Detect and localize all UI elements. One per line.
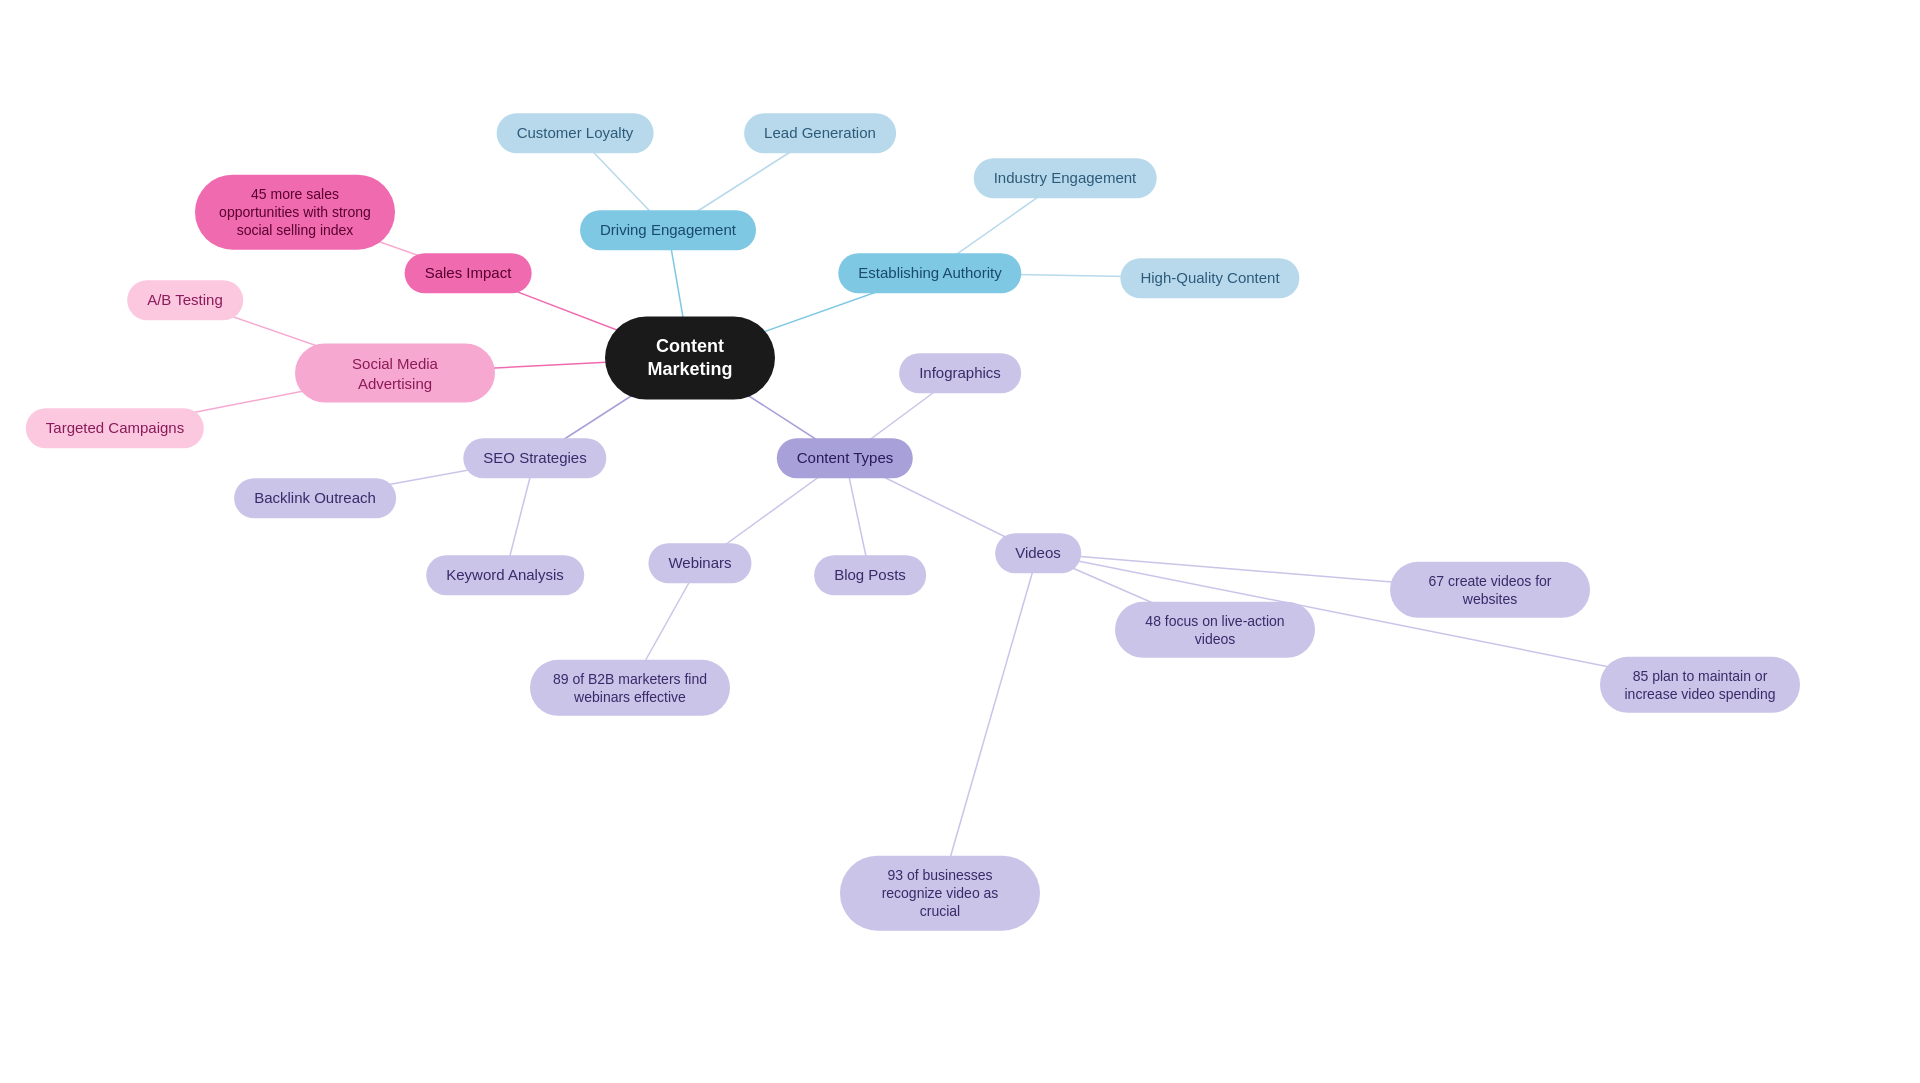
node-high-quality-content: High-Quality Content: [1120, 258, 1299, 298]
node-infographics: Infographics: [899, 353, 1021, 393]
svg-line-20: [940, 553, 1038, 893]
node-social-media-advertising: Social Media Advertising: [295, 344, 495, 403]
node-lead-generation: Lead Generation: [744, 113, 896, 153]
node-blog-posts: Blog Posts: [814, 555, 926, 595]
node-backlink-outreach: Backlink Outreach: [234, 478, 396, 518]
node-sales-impact: Sales Impact: [405, 253, 532, 293]
mindmap-container: Content Marketing Customer Loyalty Lead Ge…: [0, 0, 1920, 1083]
node-seo-strategies: SEO Strategies: [463, 438, 606, 478]
node-webinars: Webinars: [648, 543, 751, 583]
node-establishing-authority: Establishing Authority: [838, 253, 1021, 293]
node-videos: Videos: [995, 533, 1081, 573]
node-driving-engagement: Driving Engagement: [580, 210, 756, 250]
node-center: Content Marketing: [605, 317, 775, 400]
node-89-webinars: 89 of B2B marketers find webinars effect…: [530, 660, 730, 716]
node-67-create: 67 create videos for websites: [1390, 562, 1590, 618]
node-content-types: Content Types: [777, 438, 913, 478]
node-keyword-analysis: Keyword Analysis: [426, 555, 584, 595]
node-ab-testing: A/B Testing: [127, 280, 243, 320]
node-93-businesses: 93 of businesses recognize video as cruc…: [840, 856, 1040, 931]
node-targeted-campaigns: Targeted Campaigns: [26, 408, 204, 448]
node-industry-engagement: Industry Engagement: [974, 158, 1157, 198]
node-45-sales: 45 more sales opportunities with strong …: [195, 175, 395, 250]
node-customer-loyalty: Customer Loyalty: [497, 113, 654, 153]
node-48-focus: 48 focus on live-action videos: [1115, 602, 1315, 658]
node-85-maintain: 85 plan to maintain or increase video sp…: [1600, 657, 1800, 713]
